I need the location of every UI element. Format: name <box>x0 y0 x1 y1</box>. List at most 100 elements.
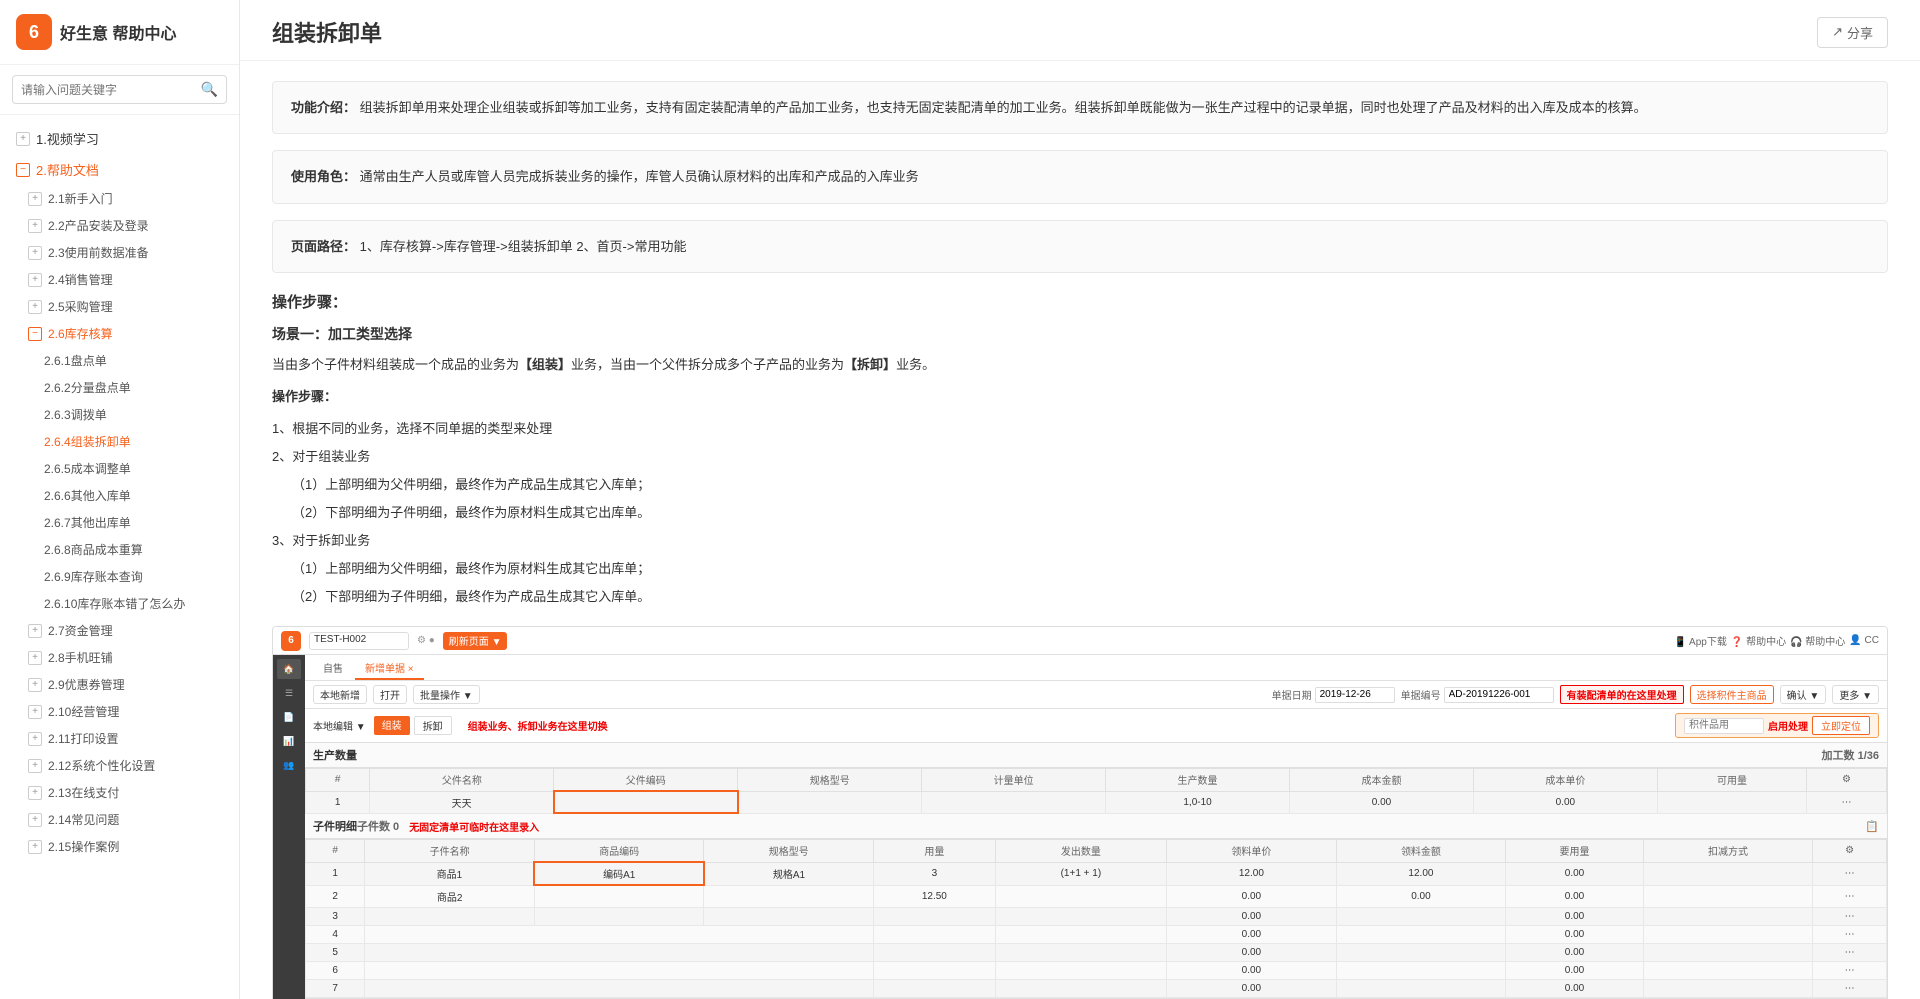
sidebar-item-2.14[interactable]: + 2.14常见问题 <box>28 806 239 833</box>
mock-ltd-price: 0.00 <box>1167 907 1337 925</box>
sidebar-item-2.6.9[interactable]: 2.6.9库存账本查询 <box>44 563 239 590</box>
sidebar-item-2.6.4[interactable]: 2.6.4组装拆卸单 <box>44 428 239 455</box>
search-input[interactable] <box>21 83 201 97</box>
mock-doctype-select: 组装 拆卸 <box>374 716 452 735</box>
share-label: 分享 <box>1847 23 1873 42</box>
sidebar-item-2.5[interactable]: + 2.5采购管理 <box>28 293 239 320</box>
sidebar-item-2.2[interactable]: + 2.2产品安装及登录 <box>28 212 239 239</box>
mock-sidebar-home[interactable]: 🏠 <box>277 659 301 679</box>
expand-icon: + <box>28 300 42 314</box>
sidebar-item-2.13[interactable]: + 2.13在线支付 <box>28 779 239 806</box>
sidebar-item-2.12[interactable]: + 2.12系统个性化设置 <box>28 752 239 779</box>
mock-th-avail: 可用量 <box>1657 769 1806 792</box>
ops-steps-title: 操作步骤： <box>272 384 1888 410</box>
share-button[interactable]: ↗ 分享 <box>1817 17 1888 48</box>
mock-ltd-ops[interactable]: ⋯ <box>1813 979 1887 997</box>
mock-confirm-section: 启用处理 立即定位 <box>1675 713 1879 738</box>
sidebar-item-2.6.10[interactable]: 2.6.10库存账本错了怎么办 <box>44 590 239 617</box>
role-label: 使用角色： <box>291 169 356 184</box>
search-area: 🔍 <box>0 65 239 115</box>
expand-icon: + <box>28 705 42 719</box>
mock-tab-self[interactable]: 自售 <box>313 657 353 680</box>
mock-ltd-issue <box>995 907 1166 925</box>
mock-ltd-amt <box>1336 979 1506 997</box>
mock-date-input[interactable] <box>1315 687 1395 703</box>
steps-list: 1、根据不同的业务，选择不同单据的类型来处理 2、对于组装业务 （1）上部明细为… <box>272 416 1888 610</box>
sidebar-item-2.7[interactable]: + 2.7资金管理 <box>28 617 239 644</box>
search-icon[interactable]: 🔍 <box>201 81 218 98</box>
mock-td-row-ops[interactable]: ⋯ <box>1807 791 1887 813</box>
search-box[interactable]: 🔍 <box>12 75 227 104</box>
sidebar-item-2.6.3[interactable]: 2.6.3调拨单 <box>44 401 239 428</box>
sidebar-item-label: 2.6.7其他出库单 <box>44 514 131 531</box>
sidebar-item-2.6.7[interactable]: 2.6.7其他出库单 <box>44 509 239 536</box>
mock-assembly-area: 有装配清单的在这里处理 选择积件主商品 确认 ▼ 更多 ▼ <box>1560 685 1879 704</box>
sidebar-item-video[interactable]: + 1.视频学习 <box>0 123 239 154</box>
table-row: 6 0.00 0.00 ⋯ <box>306 961 1887 979</box>
mock-upper-qty-value: 加工数 1/36 <box>1822 747 1879 763</box>
sidebar-item-2.8[interactable]: + 2.8手机旺铺 <box>28 644 239 671</box>
expand-icon: + <box>28 678 42 692</box>
mock-ltd-amt <box>1336 961 1506 979</box>
mock-lth-issue-qty: 发出数量 <box>995 840 1166 863</box>
mock-locate-btn[interactable]: 立即定位 <box>1812 716 1870 735</box>
mock-tab-new[interactable]: 新增单据 × <box>355 657 424 680</box>
mock-app-icon: 📱 App下载 <box>1674 633 1726 648</box>
sidebar-item-2.6.5[interactable]: 2.6.5成本调整单 <box>44 455 239 482</box>
table-row: 2 商品2 12.50 0.00 0.00 0.00 <box>306 885 1887 907</box>
sidebar-item-2.6.8[interactable]: 2.6.8商品成本重算 <box>44 536 239 563</box>
mock-th-cost-price: 成本单价 <box>1473 769 1657 792</box>
step2-1: （1）上部明细为父件明细，最终作为产成品生成其它入库单； <box>272 472 1888 498</box>
mock-docnum-field: 单据编号 <box>1401 687 1554 703</box>
mock-btn-open[interactable]: 打开 <box>373 685 407 704</box>
mock-confirm-input[interactable] <box>1684 718 1764 734</box>
sidebar-item-2.6.2[interactable]: 2.6.2分量盘点单 <box>44 374 239 401</box>
mock-btn-local-add[interactable]: 本地新增 <box>313 685 367 704</box>
path-text: 1、库存核算->库存管理->组装拆卸单 2、首页->常用功能 <box>360 239 687 254</box>
mock-ltd-amt <box>1336 925 1506 943</box>
sidebar-item-docs[interactable]: − 2.帮助文档 <box>0 154 239 185</box>
mock-docnum-input[interactable] <box>1444 687 1554 703</box>
mock-ltd-ops[interactable]: ⋯ <box>1813 862 1887 885</box>
mock-ltd-ops[interactable]: ⋯ <box>1813 925 1887 943</box>
screenshot-container: 6 TEST-H002 ⚙ ● 刷新页面 ▼ 📱 App下载 ❓ 帮助中心 🎧 … <box>272 626 1888 999</box>
mock-sidebar-list[interactable]: ☰ <box>277 683 301 703</box>
sidebar-item-2.6.1[interactable]: 2.6.1盘点单 <box>44 347 239 374</box>
sidebar-item-2.1[interactable]: + 2.1新手入门 <box>28 185 239 212</box>
mock-btn-more[interactable]: 更多 ▼ <box>1832 685 1879 704</box>
mock-sidebar-chart[interactable]: 📊 <box>277 731 301 751</box>
mock-lth-req-qty: 要用量 <box>1506 840 1644 863</box>
intro-label: 功能介绍： <box>291 100 356 115</box>
mock-ltd-amt: 12.00 <box>1336 862 1506 885</box>
sidebar-item-2.10[interactable]: + 2.10经营管理 <box>28 698 239 725</box>
mock-btn-select-assembly[interactable]: 选择积件主商品 <box>1690 685 1774 704</box>
mock-ltd-ops[interactable]: ⋯ <box>1813 961 1887 979</box>
sidebar-item-2.15[interactable]: + 2.15操作案例 <box>28 833 239 860</box>
scene1-title: 场景一：加工类型选择 <box>272 324 1888 344</box>
mock-sidebar-doc[interactable]: 📄 <box>277 707 301 727</box>
mock-ltd-issue <box>995 979 1166 997</box>
mock-td-parent-name: 天天 <box>370 791 554 813</box>
mock-disassembly-type[interactable]: 拆卸 <box>414 716 452 735</box>
sidebar-item-label: 2.4销售管理 <box>48 271 113 288</box>
sidebar-item-2.3[interactable]: + 2.3使用前数据准备 <box>28 239 239 266</box>
mock-ltd-ops[interactable]: ⋯ <box>1813 885 1887 907</box>
intro-block: 功能介绍： 组装拆卸单用来处理企业组装或拆卸等加工业务，支持有固定装配清单的产品… <box>272 81 1888 134</box>
sidebar-item-2.9[interactable]: + 2.9优惠券管理 <box>28 671 239 698</box>
mock-company-select[interactable]: TEST-H002 <box>309 632 409 650</box>
mock-refresh-button[interactable]: 刷新页面 ▼ <box>443 632 508 650</box>
mock-ltd-ops[interactable]: ⋯ <box>1813 943 1887 961</box>
mock-lower-action[interactable]: 📋 <box>1865 820 1879 833</box>
mock-assembly-type[interactable]: 组装 <box>374 716 410 735</box>
mock-ltd-ops[interactable]: ⋯ <box>1813 907 1887 925</box>
sidebar-item-2.11[interactable]: + 2.11打印设置 <box>28 725 239 752</box>
sidebar-item-2.6.6[interactable]: 2.6.6其他入库单 <box>44 482 239 509</box>
mock-sidebar-person[interactable]: 👥 <box>277 755 301 775</box>
sidebar-item-2.4[interactable]: + 2.4销售管理 <box>28 266 239 293</box>
mock-lower-table: # 子件名称 商品编码 规格型号 用量 发出数量 领料单价 领料金额 要用量 <box>305 839 1887 998</box>
sidebar-item-label: 2.10经营管理 <box>48 703 119 720</box>
sidebar-item-2.6[interactable]: − 2.6库存核算 <box>28 320 239 347</box>
mock-th-parent-name: 父件名称 <box>370 769 554 792</box>
mock-btn-batch[interactable]: 批量操作 ▼ <box>413 685 480 704</box>
mock-btn-confirm[interactable]: 确认 ▼ <box>1780 685 1827 704</box>
